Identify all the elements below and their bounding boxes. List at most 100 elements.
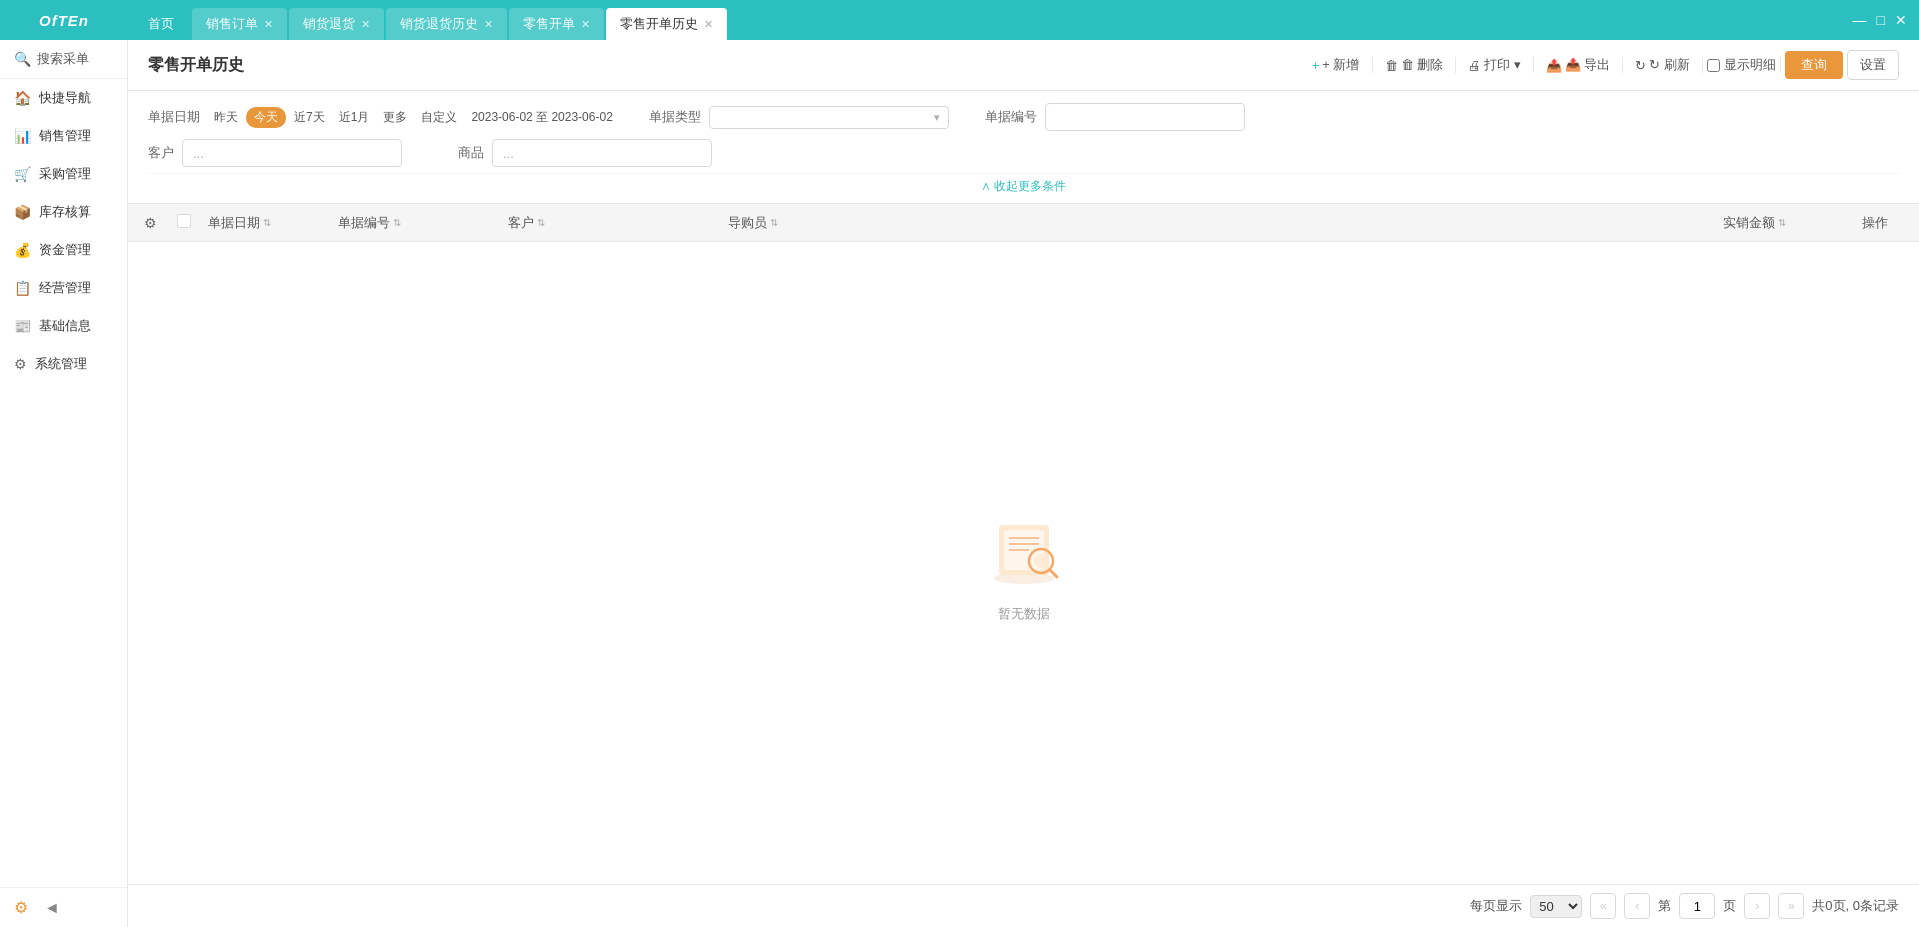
goods-label: 商品 <box>458 144 484 162</box>
sidebar-item-basic[interactable]: 📰 基础信息 <box>0 307 127 345</box>
date-shortcuts: 昨天 今天 近7天 近1月 更多 自定义 <box>208 107 463 128</box>
sort-icon: ⇅ <box>770 217 778 228</box>
th-op: 操作 <box>1835 214 1915 232</box>
table-header-row: ⚙ 单据日期 ⇅ 单据编号 ⇅ 客户 ⇅ <box>128 204 1919 242</box>
tab-retail-open-history[interactable]: 零售开单历史 ✕ <box>606 8 727 40</box>
last-page-button[interactable]: » <box>1778 893 1804 919</box>
table-area: ⚙ 单据日期 ⇅ 单据编号 ⇅ 客户 ⇅ <box>128 204 1919 927</box>
type-select[interactable]: ▾ <box>709 106 949 129</box>
per-page-select[interactable]: 50 100 200 <box>1530 895 1582 918</box>
num-input[interactable] <box>1045 103 1245 131</box>
print-button[interactable]: 🖨 打印 ▾ <box>1460 52 1529 78</box>
date-shortcut-1month[interactable]: 近1月 <box>333 107 376 128</box>
date-label: 单据日期 <box>148 108 200 126</box>
select-all-checkbox[interactable] <box>168 214 200 231</box>
refresh-icon: ↻ <box>1635 58 1646 73</box>
date-shortcut-more[interactable]: 更多 <box>377 107 413 128</box>
purchase-icon: 🛒 <box>14 166 31 182</box>
print-icon: 🖨 <box>1468 58 1481 73</box>
empty-svg <box>979 503 1069 593</box>
sort-icon: ⇅ <box>393 217 401 228</box>
num-label: 单据编号 <box>985 108 1037 126</box>
query-button[interactable]: 查询 <box>1785 51 1843 79</box>
chevron-down-icon: ▾ <box>934 111 940 124</box>
th-guide[interactable]: 导购员 ⇅ <box>720 214 860 232</box>
svg-point-7 <box>1034 554 1048 568</box>
date-shortcut-custom[interactable]: 自定义 <box>415 107 463 128</box>
date-shortcut-7days[interactable]: 近7天 <box>288 107 331 128</box>
sidebar-item-sales[interactable]: 📊 销售管理 <box>0 117 127 155</box>
date-shortcut-yesterday[interactable]: 昨天 <box>208 107 244 128</box>
add-icon: + <box>1312 58 1320 73</box>
toolbar: + + 新增 🗑 🗑 删除 🖨 打印 ▾ 📤 <box>1304 50 1899 80</box>
date-shortcut-today[interactable]: 今天 <box>246 107 286 128</box>
pagination: 每页显示 50 100 200 « ‹ 第 页 › » 共0页, 0条记录 <box>128 884 1919 927</box>
close-icon[interactable]: ✕ <box>484 18 493 31</box>
first-page-button[interactable]: « <box>1590 893 1616 919</box>
sidebar-search[interactable]: 🔍 搜索采单 <box>0 40 127 79</box>
system-icon: ⚙ <box>14 356 27 372</box>
sidebar-collapse-button[interactable]: ◄ <box>44 899 60 917</box>
search-icon: 🔍 <box>14 51 31 67</box>
date-range: 2023-06-02 至 2023-06-02 <box>471 109 612 126</box>
quick-nav-icon: 🏠 <box>14 90 31 106</box>
sidebar-item-system[interactable]: ⚙ 系统管理 <box>0 345 127 383</box>
sidebar: 🔍 搜索采单 🏠 快捷导航 📊 销售管理 🛒 采购管理 📦 库存核算 💰 <box>0 40 128 927</box>
sidebar-item-quick-nav[interactable]: 🏠 快捷导航 <box>0 79 127 117</box>
tab-sales-return-history[interactable]: 销货退货历史 ✕ <box>386 8 507 40</box>
th-num[interactable]: 单据编号 ⇅ <box>330 214 500 232</box>
empty-state: 暂无数据 <box>128 242 1919 884</box>
pagination-total: 共0页, 0条记录 <box>1812 897 1899 915</box>
add-button[interactable]: + + 新增 <box>1304 52 1368 78</box>
customer-input[interactable]: ... <box>182 139 402 167</box>
settings-button[interactable]: 设置 <box>1847 50 1899 80</box>
refresh-button[interactable]: ↻ ↻ 刷新 <box>1627 52 1698 78</box>
customer-label: 客户 <box>148 144 174 162</box>
page-number-input[interactable] <box>1679 893 1715 919</box>
sidebar-settings-button[interactable]: ⚙ <box>14 898 28 917</box>
display-detail-checkbox[interactable] <box>1707 59 1720 72</box>
per-page-label: 每页显示 <box>1470 897 1522 915</box>
close-icon[interactable]: ✕ <box>581 18 590 31</box>
window-close-button[interactable]: ✕ <box>1895 13 1907 27</box>
tab-sales-return[interactable]: 销货退货 ✕ <box>289 8 384 40</box>
tab-home[interactable]: 首页 <box>132 8 190 40</box>
page-header: 零售开单历史 + + 新增 🗑 🗑 删除 🖨 打印 ▾ <box>128 40 1919 91</box>
page-title: 零售开单历史 <box>148 55 244 76</box>
collapse-filter-button[interactable]: ∧ 收起更多条件 <box>148 173 1899 199</box>
delete-icon: 🗑 <box>1385 58 1398 73</box>
tab-sales-order[interactable]: 销售订单 ✕ <box>192 8 287 40</box>
empty-illustration <box>979 503 1069 593</box>
window-maximize-button[interactable]: □ <box>1877 13 1885 27</box>
sidebar-item-operations[interactable]: 📋 经营管理 <box>0 269 127 307</box>
page-label: 第 <box>1658 897 1671 915</box>
export-icon: 📤 <box>1546 58 1562 73</box>
close-icon[interactable]: ✕ <box>264 18 273 31</box>
tab-bar: 首页 销售订单 ✕ 销货退货 ✕ 销货退货历史 ✕ 零售开单 ✕ <box>128 0 1853 40</box>
basic-icon: 📰 <box>14 318 31 334</box>
sidebar-item-inventory[interactable]: 📦 库存核算 <box>0 193 127 231</box>
export-button[interactable]: 📤 📤 导出 <box>1538 52 1619 78</box>
sidebar-item-finance[interactable]: 💰 资金管理 <box>0 231 127 269</box>
delete-button[interactable]: 🗑 🗑 删除 <box>1377 52 1452 78</box>
display-detail-toggle[interactable]: 显示明细 <box>1707 56 1776 74</box>
column-settings-icon[interactable]: ⚙ <box>132 215 168 231</box>
prev-page-button[interactable]: ‹ <box>1624 893 1650 919</box>
sales-icon: 📊 <box>14 128 31 144</box>
logo-text: OfTEn <box>39 12 89 29</box>
close-icon[interactable]: ✕ <box>361 18 370 31</box>
th-date[interactable]: 单据日期 ⇅ <box>200 214 330 232</box>
window-minimize-button[interactable]: — <box>1853 13 1867 27</box>
next-page-button[interactable]: › <box>1744 893 1770 919</box>
filter-area: 单据日期 昨天 今天 近7天 近1月 更多 自定义 2023-06-02 至 2… <box>128 91 1919 204</box>
sidebar-item-purchase[interactable]: 🛒 采购管理 <box>0 155 127 193</box>
goods-input[interactable]: ... <box>492 139 712 167</box>
th-customer[interactable]: 客户 ⇅ <box>500 214 720 232</box>
sort-icon: ⇅ <box>1778 217 1786 228</box>
finance-icon: 💰 <box>14 242 31 258</box>
th-amount[interactable]: 实销金额 ⇅ <box>1715 214 1835 232</box>
close-icon[interactable]: ✕ <box>704 18 713 31</box>
sort-icon: ⇅ <box>263 217 271 228</box>
content-area: 零售开单历史 + + 新增 🗑 🗑 删除 🖨 打印 ▾ <box>128 40 1919 927</box>
tab-retail-open[interactable]: 零售开单 ✕ <box>509 8 604 40</box>
